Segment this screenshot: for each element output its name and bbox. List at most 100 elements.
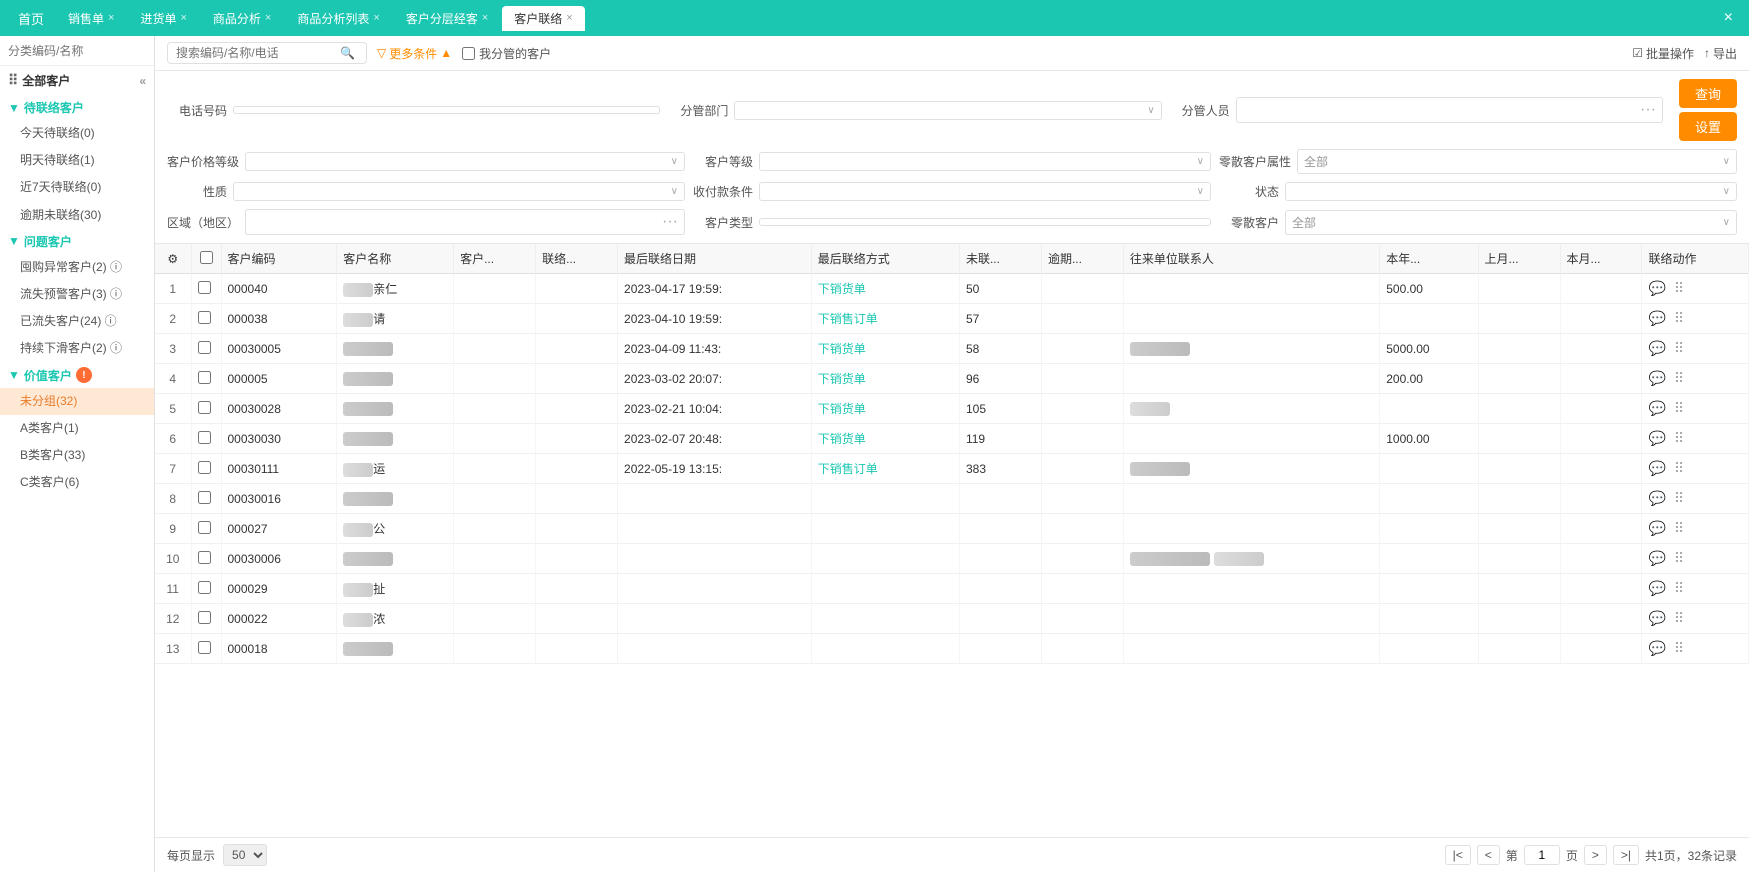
collapse-sidebar-icon[interactable]: « <box>139 74 146 88</box>
cell-checkbox[interactable] <box>191 424 221 454</box>
row-checkbox[interactable] <box>198 341 211 354</box>
row-checkbox[interactable] <box>198 581 211 594</box>
nav-tab-purchase[interactable]: 进货单 × <box>128 6 198 31</box>
grid-action-icon[interactable]: ⠿ <box>1674 400 1684 417</box>
chat-icon[interactable]: 💬 <box>1648 310 1665 327</box>
row-checkbox[interactable] <box>198 461 211 474</box>
close-sales-tab[interactable]: × <box>108 12 114 24</box>
grid-action-icon[interactable]: ⠿ <box>1674 460 1684 477</box>
close-all-tabs[interactable]: × <box>1716 9 1741 27</box>
row-checkbox[interactable] <box>198 431 211 444</box>
prev-page-btn[interactable]: < <box>1477 845 1500 865</box>
sidebar-item-tomorrow[interactable]: 明天待联络(1) <box>0 147 154 174</box>
sidebar-item-a-class[interactable]: A类客户(1) <box>0 415 154 442</box>
cell-checkbox[interactable] <box>191 634 221 664</box>
cell-checkbox[interactable] <box>191 514 221 544</box>
reset-button[interactable]: 设置 <box>1679 112 1737 141</box>
sidebar-group-value[interactable]: ▼ 价值客户 ! <box>0 363 154 388</box>
payment-input[interactable]: ∨ <box>759 182 1211 201</box>
sidebar-item-7days[interactable]: 近7天待联络(0) <box>0 174 154 201</box>
cell-checkbox[interactable] <box>191 604 221 634</box>
grid-action-icon[interactable]: ⠿ <box>1674 340 1684 357</box>
grid-action-icon[interactable]: ⠿ <box>1674 520 1684 537</box>
th-settings[interactable]: ⚙ <box>155 244 191 274</box>
manager-input[interactable]: ··· <box>1236 97 1663 123</box>
cell-checkbox[interactable] <box>191 274 221 304</box>
grid-action-icon[interactable]: ⠿ <box>1674 430 1684 447</box>
retail-attr-input[interactable]: 全部 ∨ <box>1297 149 1737 174</box>
sidebar-item-churn-warning[interactable]: 流失预警客户(3) ⓘ <box>0 281 154 308</box>
grid-action-icon[interactable]: ⠿ <box>1674 610 1684 627</box>
cell-checkbox[interactable] <box>191 454 221 484</box>
first-page-btn[interactable]: |< <box>1445 845 1471 865</box>
sidebar-group-problem[interactable]: ▼ 问题客户 <box>0 229 154 254</box>
nav-tab-analysis[interactable]: 商品分析 × <box>201 6 283 31</box>
filter-search-input[interactable] <box>176 46 336 60</box>
sidebar-item-churned[interactable]: 已流失客户(24) ⓘ <box>0 308 154 335</box>
nav-tab-sales[interactable]: 销售单 × <box>56 6 126 31</box>
nav-tab-analysis-list[interactable]: 商品分析列表 × <box>285 6 391 31</box>
chat-icon[interactable]: 💬 <box>1648 460 1665 477</box>
sidebar-search-box[interactable]: 🔍 <box>0 36 154 66</box>
sidebar-item-abnormal[interactable]: 囤购异常客户(2) ⓘ <box>0 254 154 281</box>
row-checkbox[interactable] <box>198 311 211 324</box>
sidebar-group-pending[interactable]: ▼ 待联络客户 <box>0 95 154 120</box>
row-checkbox[interactable] <box>198 371 211 384</box>
all-customers-header[interactable]: ⠿ 全部客户 « <box>0 66 154 95</box>
dots-icon-2[interactable]: ··· <box>662 213 678 231</box>
chat-icon[interactable]: 💬 <box>1648 370 1665 387</box>
chat-icon[interactable]: 💬 <box>1648 490 1665 507</box>
row-checkbox[interactable] <box>198 611 211 624</box>
grid-action-icon[interactable]: ⠿ <box>1674 280 1684 297</box>
grid-action-icon[interactable]: ⠿ <box>1674 370 1684 387</box>
row-checkbox[interactable] <box>198 521 211 534</box>
sidebar-search-input[interactable] <box>8 44 155 58</box>
sidebar-item-c-class[interactable]: C类客户(6) <box>0 469 154 496</box>
close-customer-tier-tab[interactable]: × <box>482 12 488 24</box>
grid-action-icon[interactable]: ⠿ <box>1674 640 1684 657</box>
my-customers-check[interactable] <box>462 47 475 60</box>
filter-search-box[interactable]: 🔍 <box>167 42 367 64</box>
sidebar-item-declining[interactable]: 持续下滑客户(2) ⓘ <box>0 335 154 362</box>
phone-input[interactable] <box>233 106 660 114</box>
grid-action-icon[interactable]: ⠿ <box>1674 310 1684 327</box>
chat-icon[interactable]: 💬 <box>1648 430 1665 447</box>
page-number-input[interactable] <box>1524 845 1560 865</box>
retail-customer-input[interactable]: 全部 ∨ <box>1285 210 1737 235</box>
price-level-input[interactable]: ∨ <box>245 152 685 171</box>
cell-checkbox[interactable] <box>191 574 221 604</box>
nav-tab-customer-contact[interactable]: 客户联络 × <box>502 6 584 31</box>
batch-ops-btn[interactable]: ☑ 批量操作 <box>1632 45 1694 62</box>
sidebar-item-b-class[interactable]: B类客户(33) <box>0 442 154 469</box>
grid-action-icon[interactable]: ⠿ <box>1674 490 1684 507</box>
cell-checkbox[interactable] <box>191 484 221 514</box>
sidebar-item-overdue-contact[interactable]: 逾期未联络(30) <box>0 202 154 229</box>
chat-icon[interactable]: 💬 <box>1648 340 1665 357</box>
region-input[interactable]: ··· <box>245 209 685 235</box>
row-checkbox[interactable] <box>198 281 211 294</box>
sidebar-item-ungroup[interactable]: 未分组(32) <box>0 388 154 415</box>
row-checkbox[interactable] <box>198 551 211 564</box>
close-customer-contact-tab[interactable]: × <box>566 12 572 24</box>
grid-action-icon[interactable]: ⠿ <box>1674 580 1684 597</box>
status-input[interactable]: ∨ <box>1285 182 1737 201</box>
chat-icon[interactable]: 💬 <box>1648 550 1665 567</box>
row-checkbox[interactable] <box>198 641 211 654</box>
chat-icon[interactable]: 💬 <box>1648 610 1665 627</box>
more-conditions-btn[interactable]: ▽ 更多条件 ▲ <box>377 45 452 62</box>
chat-icon[interactable]: 💬 <box>1648 280 1665 297</box>
dots-icon[interactable]: ··· <box>1640 101 1656 119</box>
customer-level-input[interactable]: ∨ <box>759 152 1211 171</box>
cell-checkbox[interactable] <box>191 304 221 334</box>
my-customers-checkbox[interactable]: 我分管的客户 <box>462 45 551 62</box>
nature-input[interactable]: ∨ <box>233 182 685 201</box>
close-analysis-list-tab[interactable]: × <box>373 12 379 24</box>
per-page-select[interactable]: 50 <box>223 844 267 866</box>
query-button[interactable]: 查询 <box>1679 79 1737 108</box>
grid-action-icon[interactable]: ⠿ <box>1674 550 1684 567</box>
cell-checkbox[interactable] <box>191 334 221 364</box>
select-all-checkbox[interactable] <box>200 251 213 264</box>
nav-tab-customer-tier[interactable]: 客户分层经客 × <box>394 6 500 31</box>
chat-icon[interactable]: 💬 <box>1648 400 1665 417</box>
row-checkbox[interactable] <box>198 401 211 414</box>
